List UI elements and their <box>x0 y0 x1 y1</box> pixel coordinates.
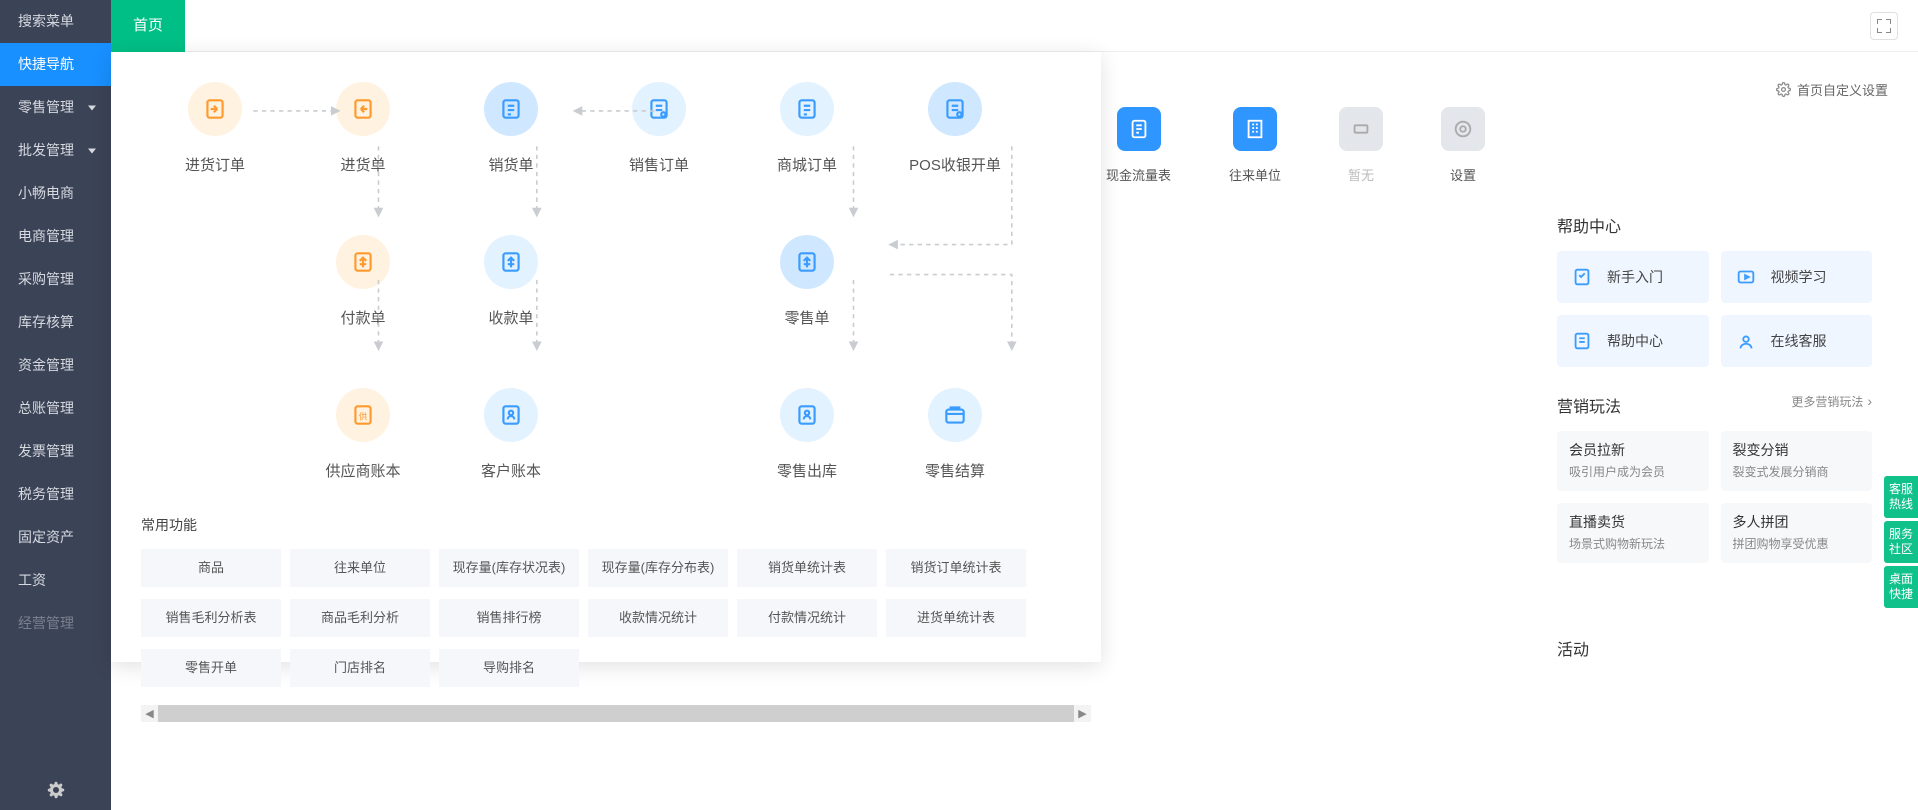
scroll-right-icon[interactable]: ▶ <box>1074 705 1091 722</box>
common-functions-grid: 商品 往来单位 现存量(库存状况表) 现存量(库存分布表) 销货单统计表 销货订… <box>141 549 1091 687</box>
chevron-down-icon <box>88 105 96 110</box>
gear-icon <box>1441 107 1485 151</box>
flow-customer-ledger[interactable]: 客户账本 <box>481 388 541 481</box>
sidebar-item-salary[interactable]: 工资 <box>0 559 111 602</box>
main: 首页自定义设置 现金流量表 往来单位 暂无 设置 帮助中心 <box>111 52 1918 810</box>
home-customize-link[interactable]: 首页自定义设置 <box>1776 80 1888 99</box>
marketing-card: 营销玩法 更多营销玩法 会员拉新吸引用户成为会员 裂变分销裂变式发展分销商 直播… <box>1541 375 1888 579</box>
help-item-help[interactable]: 帮助中心 <box>1557 315 1709 367</box>
quicknav-flyout: 进货订单 进货单 销货单 销售订单 商城订单 POS收银开单 付款单 收款单 零… <box>111 52 1101 662</box>
marketing-item-fission[interactable]: 裂变分销裂变式发展分销商 <box>1721 431 1873 491</box>
flow-receipt[interactable]: 收款单 <box>484 235 538 328</box>
sidebar-item-inventory[interactable]: 库存核算 <box>0 301 111 344</box>
common-fn-contacts[interactable]: 往来单位 <box>290 549 430 587</box>
common-fn-salesmargin[interactable]: 销售毛利分析表 <box>141 599 281 637</box>
flow-pos[interactable]: POS收银开单 <box>909 82 1001 175</box>
marketing-item-live[interactable]: 直播卖货场景式购物新玩法 <box>1557 503 1709 563</box>
shortcut-cashflow[interactable]: 现金流量表 <box>1106 107 1171 184</box>
common-fn-salesstat[interactable]: 销货单统计表 <box>737 549 877 587</box>
common-fn-retailopen[interactable]: 零售开单 <box>141 649 281 687</box>
chevron-down-icon <box>88 148 96 153</box>
float-hotline-button[interactable]: 客服热线 <box>1884 476 1918 518</box>
common-fn-receiptstat[interactable]: 收款情况统计 <box>588 599 728 637</box>
activity-card: 活动 <box>1541 618 1888 690</box>
help-item-beginner[interactable]: 新手入门 <box>1557 251 1709 303</box>
flow-retail-settle[interactable]: 零售结算 <box>925 388 985 481</box>
flow-purchase[interactable]: 进货单 <box>336 82 390 175</box>
sidebar-item-invoices[interactable]: 发票管理 <box>0 430 111 473</box>
sidebar-settings[interactable] <box>0 770 111 810</box>
common-fn-stockstatus[interactable]: 现存量(库存状况表) <box>439 549 579 587</box>
shortcut-settings[interactable]: 设置 <box>1441 107 1485 184</box>
help-item-video[interactable]: 视频学习 <box>1721 251 1873 303</box>
sidebar-item-ledger[interactable]: 总账管理 <box>0 387 111 430</box>
sidebar-item-search[interactable]: 搜索菜单 <box>0 0 111 43</box>
sidebar-item-ecommerce[interactable]: 电商管理 <box>0 215 111 258</box>
sidebar-item-operations[interactable]: 经营管理 <box>0 602 111 645</box>
common-fn-purchasestat[interactable]: 进货单统计表 <box>886 599 1026 637</box>
marketing-title: 营销玩法 更多营销玩法 <box>1557 393 1872 417</box>
topbar: 首页 <box>111 0 1918 52</box>
activity-title: 活动 <box>1557 636 1872 660</box>
marketing-item-member[interactable]: 会员拉新吸引用户成为会员 <box>1557 431 1709 491</box>
sidebar-item-assets[interactable]: 固定资产 <box>0 516 111 559</box>
flow-sales-order[interactable]: 销售订单 <box>629 82 689 175</box>
common-fn-guiderank[interactable]: 导购排名 <box>439 649 579 687</box>
flow-supplier-ledger[interactable]: 供供应商账本 <box>325 388 400 481</box>
common-fn-salesorderstat[interactable]: 销货订单统计表 <box>886 549 1026 587</box>
building-icon <box>1233 107 1277 151</box>
gear-icon <box>1776 82 1791 97</box>
flow-sales[interactable]: 销货单 <box>484 82 538 175</box>
help-center-title: 帮助中心 <box>1557 213 1872 237</box>
marketing-more-link[interactable]: 更多营销玩法 <box>1791 393 1872 410</box>
placeholder-icon <box>1339 107 1383 151</box>
common-fn-stockdist[interactable]: 现存量(库存分布表) <box>588 549 728 587</box>
fullscreen-button[interactable] <box>1870 12 1898 40</box>
flow-grid: 进货订单 进货单 销货单 销售订单 商城订单 POS收银开单 付款单 收款单 零… <box>141 82 1091 481</box>
common-fn-storerank[interactable]: 门店排名 <box>290 649 430 687</box>
sidebar-item-funds[interactable]: 资金管理 <box>0 344 111 387</box>
scroll-track[interactable] <box>158 705 1074 722</box>
shortcut-row: 现金流量表 往来单位 暂无 设置 <box>1106 107 1485 184</box>
shortcut-contacts[interactable]: 往来单位 <box>1229 107 1281 184</box>
common-functions-title: 常用功能 <box>141 515 1091 535</box>
flow-payment[interactable]: 付款单 <box>336 235 390 328</box>
common-fn-productmargin[interactable]: 商品毛利分析 <box>290 599 430 637</box>
sidebar: 搜索菜单 快捷导航 零售管理 批发管理 小畅电商 电商管理 采购管理 库存核算 … <box>0 0 111 810</box>
sidebar-item-quicknav[interactable]: 快捷导航 <box>0 43 111 86</box>
svg-text:供: 供 <box>359 410 368 421</box>
common-fn-paymentstat[interactable]: 付款情况统计 <box>737 599 877 637</box>
help-center-card: 帮助中心 新手入门 视频学习 帮助中心 在线客服 <box>1541 195 1888 383</box>
sidebar-item-retail[interactable]: 零售管理 <box>0 86 111 129</box>
scroll-left-icon[interactable]: ◀ <box>141 705 158 722</box>
float-side: 客服热线 服务社区 桌面快捷 <box>1884 476 1918 608</box>
horizontal-scrollbar[interactable]: ◀ ▶ <box>141 705 1091 722</box>
tab-home[interactable]: 首页 <box>111 0 185 52</box>
flow-mall-order[interactable]: 商城订单 <box>777 82 837 175</box>
doc-icon <box>1117 107 1161 151</box>
sidebar-item-xiaochang[interactable]: 小畅电商 <box>0 172 111 215</box>
sidebar-item-wholesale[interactable]: 批发管理 <box>0 129 111 172</box>
common-fn-product[interactable]: 商品 <box>141 549 281 587</box>
float-desktop-button[interactable]: 桌面快捷 <box>1884 566 1918 608</box>
sidebar-item-tax[interactable]: 税务管理 <box>0 473 111 516</box>
marketing-item-group[interactable]: 多人拼团拼团购物享受优惠 <box>1721 503 1873 563</box>
help-item-support[interactable]: 在线客服 <box>1721 315 1873 367</box>
flow-purchase-order[interactable]: 进货订单 <box>185 82 245 175</box>
common-fn-salesrank[interactable]: 销售排行榜 <box>439 599 579 637</box>
shortcut-empty[interactable]: 暂无 <box>1339 107 1383 184</box>
flow-retail-out[interactable]: 零售出库 <box>777 388 837 481</box>
sidebar-item-purchasing[interactable]: 采购管理 <box>0 258 111 301</box>
flow-retail[interactable]: 零售单 <box>780 235 834 328</box>
fullscreen-icon <box>1877 19 1891 33</box>
gear-icon <box>47 781 65 799</box>
float-community-button[interactable]: 服务社区 <box>1884 521 1918 563</box>
